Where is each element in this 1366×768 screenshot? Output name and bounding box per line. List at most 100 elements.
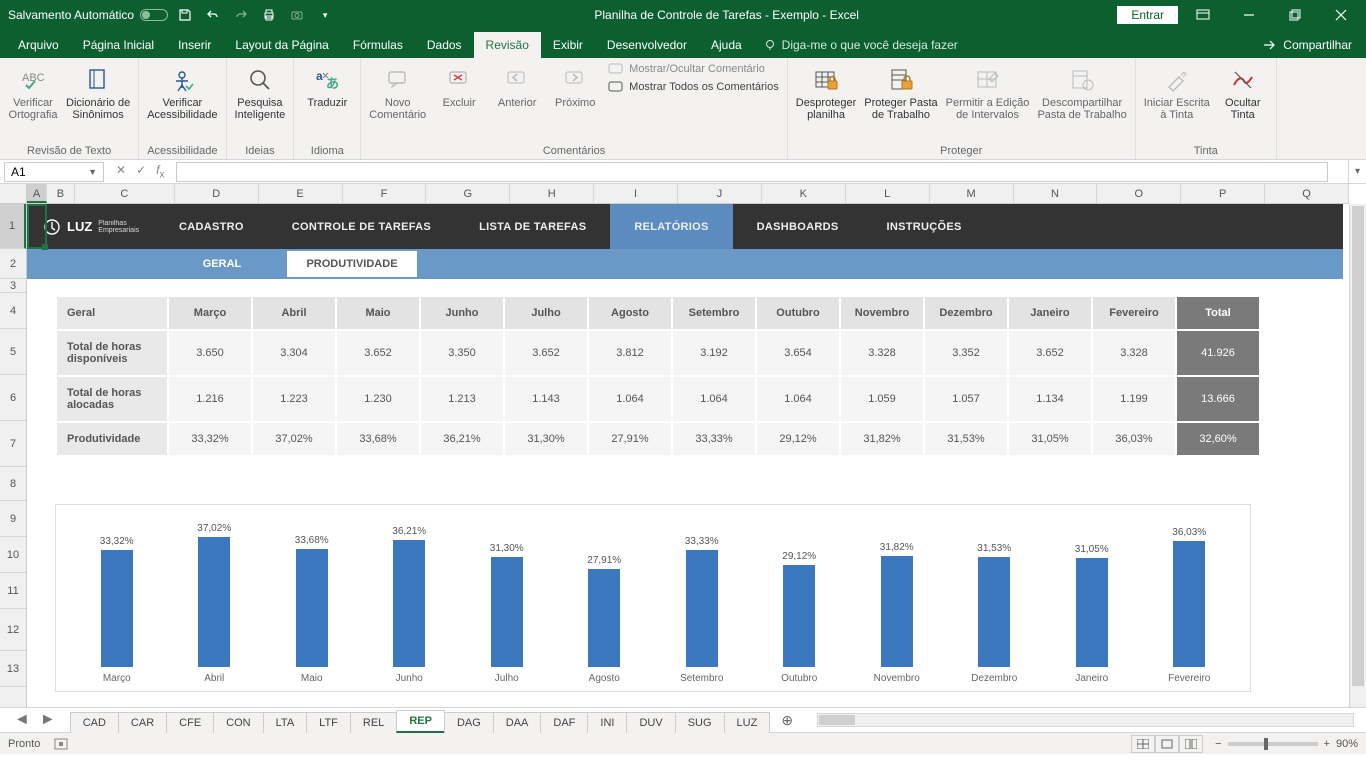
row-header[interactable]: 9: [0, 501, 26, 537]
sheet-tab[interactable]: LTF: [306, 712, 351, 733]
sheet-tab[interactable]: CFE: [166, 712, 214, 733]
workbook-tab[interactable]: INSTRUÇÕES: [862, 204, 985, 249]
ribbon-display-icon[interactable]: [1182, 0, 1224, 30]
menu-tab-layoutdapgina[interactable]: Layout da Página: [223, 32, 340, 58]
col-header[interactable]: Q: [1265, 184, 1349, 203]
sheet-tab[interactable]: REP: [396, 710, 445, 733]
sheet-tab[interactable]: CON: [213, 712, 263, 733]
sheet-tab[interactable]: DAA: [493, 712, 542, 733]
sheet-nav-next-icon[interactable]: ►: [36, 711, 60, 729]
menu-tab-reviso[interactable]: Revisão: [474, 32, 541, 58]
sheet-tab[interactable]: LTA: [263, 712, 308, 733]
row-header[interactable]: 13: [0, 651, 26, 687]
sheet-tab[interactable]: INI: [587, 712, 627, 733]
sheet-tab[interactable]: REL: [350, 712, 397, 733]
col-header[interactable]: B: [47, 184, 75, 203]
col-header[interactable]: D: [175, 184, 259, 203]
sheet-tab[interactable]: DUV: [626, 712, 675, 733]
workbook-tab[interactable]: RELATÓRIOS: [610, 204, 732, 249]
row-header[interactable]: 5: [0, 329, 26, 375]
share-button[interactable]: Compartilhar: [1249, 32, 1366, 58]
workbook-tab[interactable]: CADASTRO: [155, 204, 268, 249]
workbook-subtab[interactable]: GERAL: [157, 251, 287, 277]
normal-view-icon[interactable]: [1131, 735, 1155, 753]
workbook-tab[interactable]: LISTA DE TAREFAS: [455, 204, 610, 249]
sheet-tab[interactable]: CAD: [70, 712, 119, 733]
col-header[interactable]: L: [846, 184, 930, 203]
chevron-down-icon[interactable]: ▼: [88, 167, 97, 177]
zoom-out-icon[interactable]: −: [1215, 738, 1221, 750]
select-all-corner[interactable]: [0, 184, 27, 204]
menu-tab-desenvolvedor[interactable]: Desenvolvedor: [595, 32, 699, 58]
ribbon-desproteger-planilha[interactable]: Desproteger planilha: [796, 62, 857, 121]
close-icon[interactable]: [1320, 0, 1362, 30]
sheet-tab[interactable]: DAF: [540, 712, 588, 733]
col-header[interactable]: F: [343, 184, 427, 203]
col-header[interactable]: O: [1097, 184, 1181, 203]
row-header[interactable]: 10: [0, 537, 26, 573]
zoom-slider[interactable]: [1228, 742, 1318, 746]
menu-tab-pginainicial[interactable]: Página Inicial: [71, 32, 166, 58]
row-headers[interactable]: 12345678910111213: [0, 184, 27, 707]
col-header[interactable]: E: [259, 184, 343, 203]
zoom-in-icon[interactable]: +: [1324, 738, 1330, 750]
undo-icon[interactable]: [202, 4, 224, 26]
accept-formula-icon[interactable]: ✓: [136, 163, 146, 180]
workbook-tab[interactable]: DASHBOARDS: [733, 204, 863, 249]
minimize-icon[interactable]: [1228, 0, 1270, 30]
sheet-nav-buttons[interactable]: ◄ ►: [0, 711, 70, 729]
row-header[interactable]: 12: [0, 609, 26, 651]
ribbon-ocultar-tinta[interactable]: Ocultar Tinta: [1218, 62, 1268, 121]
productivity-chart[interactable]: 33,32%Março37,02%Abril33,68%Maio36,21%Ju…: [55, 504, 1251, 692]
print-icon[interactable]: [258, 4, 280, 26]
row-header[interactable]: 2: [0, 249, 26, 279]
row-header[interactable]: 3: [0, 279, 26, 293]
formula-input[interactable]: [176, 162, 1328, 182]
col-header[interactable]: J: [678, 184, 762, 203]
row-header[interactable]: 6: [0, 375, 26, 421]
tellme-search[interactable]: Diga-me o que você deseja fazer: [754, 32, 968, 58]
workbook-subtab[interactable]: PRODUTIVIDADE: [287, 251, 417, 277]
col-header[interactable]: M: [930, 184, 1014, 203]
autosave-toggle[interactable]: [140, 9, 168, 21]
sheet-tab[interactable]: CAR: [118, 712, 167, 733]
pagebreak-view-icon[interactable]: [1179, 735, 1203, 753]
expand-formula-icon[interactable]: ▾: [1348, 160, 1366, 184]
sheet-tab[interactable]: DAG: [444, 712, 494, 733]
col-header[interactable]: N: [1014, 184, 1098, 203]
row-header[interactable]: 1: [0, 204, 26, 249]
menu-tab-dados[interactable]: Dados: [415, 32, 474, 58]
fx-icon[interactable]: fx: [156, 163, 164, 180]
ribbon-proteger-pasta-de-trabalho[interactable]: Proteger Pasta de Trabalho: [864, 62, 937, 121]
col-header[interactable]: A: [27, 184, 47, 203]
redo-icon[interactable]: [230, 4, 252, 26]
sheet-nav-prev-icon[interactable]: ◄: [10, 711, 34, 729]
qat-customize-icon[interactable]: ▾: [314, 4, 336, 26]
col-header[interactable]: I: [594, 184, 678, 203]
row-header[interactable]: 4: [0, 293, 26, 329]
menu-tab-frmulas[interactable]: Fórmulas: [341, 32, 415, 58]
column-headers[interactable]: ABCDEFGHIJKLMNOPQ: [27, 184, 1349, 204]
zoom-controls[interactable]: − + 90%: [1215, 738, 1358, 750]
menu-tab-inserir[interactable]: Inserir: [166, 32, 223, 58]
name-box[interactable]: A1▼: [4, 162, 104, 182]
row-header[interactable]: 8: [0, 467, 26, 501]
col-header[interactable]: C: [75, 184, 175, 203]
ribbon-extra[interactable]: Mostrar Todos os Comentários: [608, 80, 779, 94]
vertical-scrollbar[interactable]: [1349, 204, 1366, 707]
col-header[interactable]: K: [762, 184, 846, 203]
sheet-tab[interactable]: LUZ: [724, 712, 771, 733]
ribbon-dicion-rio-de-sin-nimos[interactable]: Dicionário de Sinônimos: [66, 62, 130, 121]
col-header[interactable]: H: [510, 184, 594, 203]
save-icon[interactable]: [174, 4, 196, 26]
menu-tab-ajuda[interactable]: Ajuda: [699, 32, 754, 58]
col-header[interactable]: P: [1181, 184, 1265, 203]
zoom-level[interactable]: 90%: [1336, 738, 1358, 750]
row-header[interactable]: 11: [0, 573, 26, 609]
menu-tab-exibir[interactable]: Exibir: [541, 32, 595, 58]
ribbon-pesquisa-inteligente[interactable]: Pesquisa Inteligente: [235, 62, 286, 121]
ribbon-verificar-acessibilidade[interactable]: Verificar Acessibilidade: [147, 62, 217, 121]
ribbon-traduzir[interactable]: aあTraduzir: [302, 62, 352, 109]
row-header[interactable]: 7: [0, 421, 26, 467]
sheet-tab[interactable]: SUG: [675, 712, 725, 733]
